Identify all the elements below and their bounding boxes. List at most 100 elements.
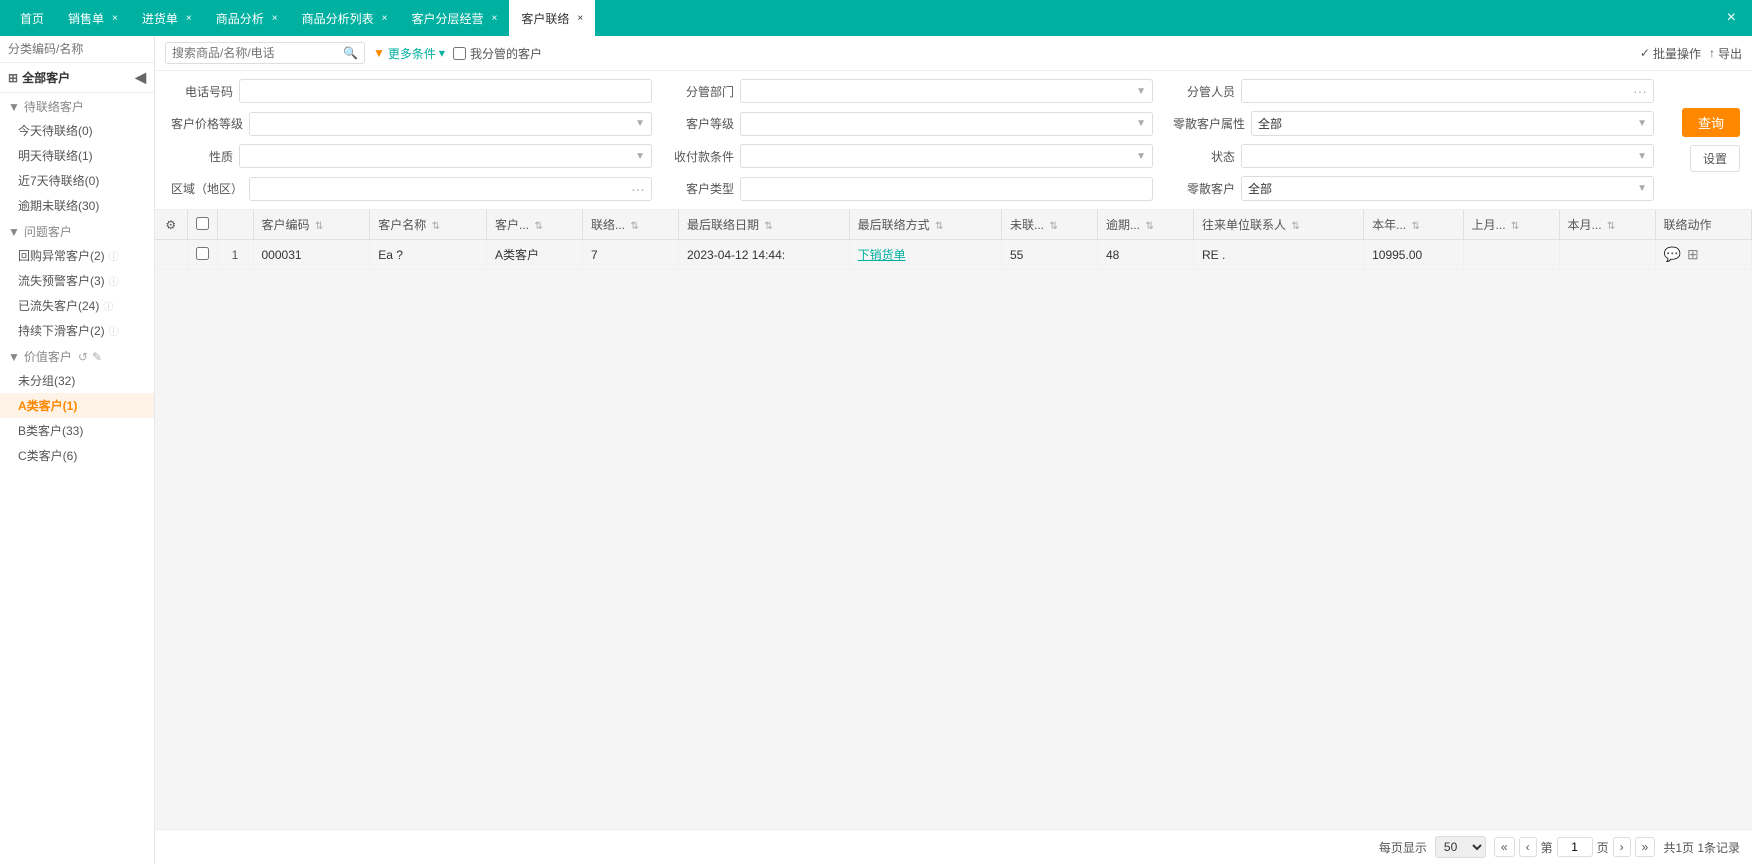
filter-row-nature: 性质 ▼ [171,144,652,168]
sidebar-item-declining[interactable]: 持续下滑客户(2) ⓘ [0,318,154,343]
sidebar-group-pending[interactable]: ▼ 待联络客户 [0,93,154,118]
close-product-analysis-list-tab[interactable]: × [382,13,388,24]
row-last-way-cell[interactable]: 下销货单 [849,240,1001,270]
col-this-year-header[interactable]: 本年... ⇅ [1364,210,1463,240]
first-page-btn[interactable]: « [1494,837,1515,857]
close-all-tabs[interactable]: × [1719,9,1744,27]
sidebar-item-class-c[interactable]: C类客户(6) [0,443,154,468]
filter-search-icon[interactable]: 🔍 [343,46,358,60]
sidebar-item-abnormal[interactable]: 回购异常客户(2) ⓘ [0,243,154,268]
sidebar-item-7days[interactable]: 近7天待联络(0) [0,168,154,193]
nav-customer-contact[interactable]: 客户联络 × [509,0,595,36]
col-not-contact-header[interactable]: 未联... ⇅ [1001,210,1097,240]
last-page-btn[interactable]: » [1635,837,1656,857]
nav-home[interactable]: 首页 [8,0,56,36]
sidebar-collapse-btn[interactable]: ◀ [135,69,146,86]
row-overdue-cell: 48 [1097,240,1193,270]
close-product-analysis-tab[interactable]: × [272,13,278,24]
query-button[interactable]: 查询 [1682,108,1740,137]
select-price-grade[interactable]: ▼ [249,112,652,136]
col-last-month-header[interactable]: 上月... ⇅ [1463,210,1559,240]
setting-button[interactable]: 设置 [1690,145,1740,172]
last-way-link[interactable]: 下销货单 [858,248,906,262]
select-all-checkbox[interactable] [196,217,209,230]
col-contacts-header[interactable]: 往来单位联系人 ⇅ [1193,210,1363,240]
col-name-header[interactable]: 客户名称 ⇅ [370,210,487,240]
label-payment: 收付款条件 [672,148,740,165]
next-page-btn[interactable]: › [1613,837,1631,857]
close-customer-contact-tab[interactable]: × [577,13,583,24]
close-sales-tab[interactable]: × [112,13,118,24]
select-dept[interactable]: ▼ [740,79,1153,103]
row-checkbox-cell[interactable] [187,240,217,270]
refresh-icon[interactable]: ↺ [78,350,88,364]
col-code-header[interactable]: 客户编码 ⇅ [253,210,370,240]
nav-purchase[interactable]: 进货单 × [130,0,204,36]
my-customer-checkbox[interactable] [453,47,466,60]
select-customer-type[interactable] [740,177,1153,201]
row-checkbox[interactable] [196,247,209,260]
select-manager[interactable]: ··· [1241,79,1654,103]
label-retail-attr: 零散客户属性 [1173,115,1251,132]
nav-product-analysis-list[interactable]: 商品分析列表 × [290,0,400,36]
sidebar-search-input[interactable] [8,42,155,56]
select-customer-grade[interactable]: ▼ [740,112,1153,136]
grid-action-icon[interactable]: ⊞ [1687,246,1699,263]
sort-last-month-icon: ⇅ [1511,221,1519,232]
page-input[interactable] [1557,837,1593,857]
batch-op-btn[interactable]: ✓ 批量操作 [1640,45,1701,62]
col-action-header[interactable]: 联络动作 [1655,210,1751,240]
filter-my-customer[interactable]: 我分管的客户 [453,45,542,62]
select-retail-customer[interactable]: 全部 ▼ [1241,176,1654,201]
select-region[interactable]: ··· [249,177,652,201]
col-contact-header[interactable]: 联络... ⇅ [583,210,679,240]
prev-page-btn[interactable]: ‹ [1519,837,1537,857]
sidebar-item-overdue[interactable]: 逾期未联络(30) [0,193,154,218]
filter-search-input[interactable] [172,46,339,60]
filter-row-status: 状态 ▼ [1173,144,1654,168]
sidebar-all-customers[interactable]: ⊞ 全部客户 ◀ [0,63,154,93]
sort-level-icon: ⇅ [534,221,542,232]
nav-product-analysis[interactable]: 商品分析 × [204,0,290,36]
col-this-month-header[interactable]: 本月... ⇅ [1559,210,1655,240]
page-size-select[interactable]: 50 100 200 [1435,836,1486,858]
filter-more-btn[interactable]: ▼ 更多条件 ▾ [373,45,445,62]
col-last-way-header[interactable]: 最后联络方式 ⇅ [849,210,1001,240]
select-retail-attr[interactable]: 全部 ▼ [1251,111,1654,136]
page-size-label: 每页显示 [1379,839,1427,856]
label-nature: 性质 [171,148,239,165]
sidebar-group-value[interactable]: ▼ 价值客户 ↺ ✎ [0,343,154,368]
sidebar-item-churn-warning[interactable]: 流失预警客户(3) ⓘ [0,268,154,293]
sidebar-item-class-a[interactable]: A类客户(1) [0,393,154,418]
nav-customer-segment[interactable]: 客户分层经营 × [399,0,509,36]
close-customer-segment-tab[interactable]: × [491,13,497,24]
nav-sales[interactable]: 销售单 × [56,0,130,36]
filter-search-box: 🔍 [165,42,365,64]
sidebar-item-class-b[interactable]: B类客户(33) [0,418,154,443]
col-settings-header[interactable]: ⚙ [155,210,187,240]
top-nav: 首页 销售单 × 进货单 × 商品分析 × 商品分析列表 × 客户分层经营 × … [0,0,1752,36]
comment-action-icon[interactable]: 💬 [1664,246,1681,263]
settings-icon[interactable]: ⚙ [165,218,176,232]
sort-overdue-icon: ⇅ [1145,221,1153,232]
sidebar-item-unclassified[interactable]: 未分组(32) [0,368,154,393]
select-payment[interactable]: ▼ [740,144,1153,168]
sidebar-item-churned[interactable]: 已流失客户(24) ⓘ [0,293,154,318]
edit-icon[interactable]: ✎ [92,350,102,364]
close-purchase-tab[interactable]: × [186,13,192,24]
col-level-header[interactable]: 客户... ⇅ [487,210,583,240]
sidebar-group-problem[interactable]: ▼ 问题客户 [0,218,154,243]
input-phone[interactable] [239,79,652,103]
select-nature[interactable]: ▼ [239,144,652,168]
arrow-value: ▼ [8,350,20,364]
select-status[interactable]: ▼ [1241,144,1654,168]
page-suffix: 页 [1597,839,1609,856]
export-btn[interactable]: ↑ 导出 [1709,45,1742,62]
sidebar-item-today[interactable]: 今天待联络(0) [0,118,154,143]
sort-last-date-icon: ⇅ [764,221,772,232]
arrow-status: ▼ [1637,151,1647,162]
sidebar-item-tomorrow[interactable]: 明天待联络(1) [0,143,154,168]
col-checkbox-header[interactable] [187,210,217,240]
col-last-date-header[interactable]: 最后联络日期 ⇅ [679,210,850,240]
col-overdue-header[interactable]: 逾期... ⇅ [1097,210,1193,240]
